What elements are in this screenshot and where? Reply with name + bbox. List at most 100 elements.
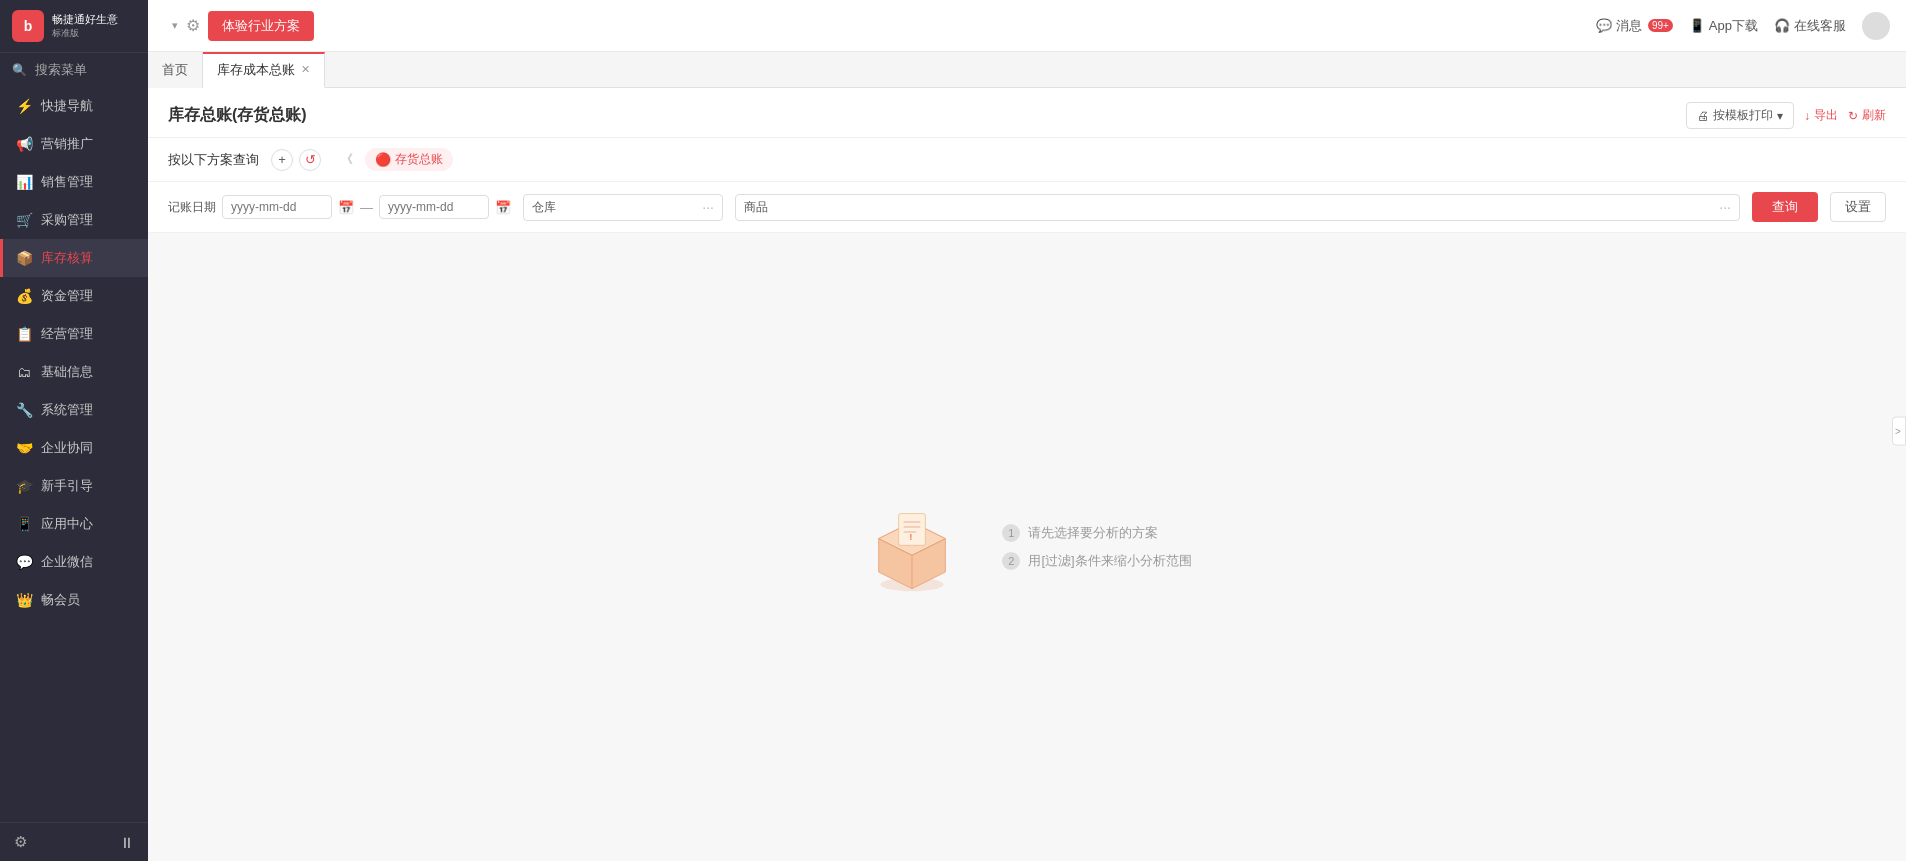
right-panel-button[interactable]: > [1892, 416, 1906, 445]
sidebar-footer: ⚙ ⏸ [0, 822, 148, 861]
sidebar-icon-member: 👑 [15, 592, 33, 608]
sidebar-item-enterprise[interactable]: 🤝 企业协同 [0, 429, 148, 467]
sidebar-icon-inventory: 📦 [15, 250, 33, 266]
app-download-btn[interactable]: 📱 App下载 [1689, 17, 1758, 35]
app-name: 畅捷通好生意 [52, 12, 118, 27]
sidebar-item-system[interactable]: 🔧系统管理 [0, 391, 148, 429]
date-start-input[interactable] [222, 195, 332, 219]
message-badge: 99+ [1648, 19, 1673, 32]
tabbar: 首页库存成本总账 ✕ [148, 52, 1906, 88]
export-label: 导出 [1814, 107, 1838, 124]
sidebar-item-quick-nav[interactable]: ⚡快捷导航 [0, 87, 148, 125]
sidebar-item-basic-info[interactable]: 🗂 基础信息 [0, 353, 148, 391]
sidebar-item-purchase[interactable]: 🛒采购管理 [0, 201, 148, 239]
sidebar-label-inventory: 库存核算 [41, 249, 93, 267]
filter-label: 按以下方案查询 [168, 151, 259, 169]
tip-text-1: 请先选择要分析的方案 [1028, 524, 1158, 542]
sidebar-label-basic-info: 基础信息 [41, 363, 93, 381]
filter-scheme[interactable]: 🔴 存货总账 [365, 148, 453, 171]
empty-state: ! 1 请先选择要分析的方案 2 用[过滤]条件来缩小分析范围 [862, 497, 1191, 597]
sidebar-icon-purchase: 🛒 [15, 212, 33, 228]
date-end-input[interactable] [379, 195, 489, 219]
sidebar-icon-system: 🔧 [15, 402, 33, 418]
product-more-icon[interactable]: ··· [1719, 199, 1731, 215]
sidebar-label-newbie: 新手引导 [41, 477, 93, 495]
tab-inventory-cost[interactable]: 库存成本总账 ✕ [203, 52, 325, 88]
template-print-chevron: ▾ [1777, 109, 1783, 123]
filter-add-button[interactable]: + [271, 149, 293, 171]
query-button[interactable]: 查询 [1752, 192, 1818, 222]
template-print-icon: 🖨 [1697, 109, 1709, 123]
refresh-icon: ↻ [1848, 109, 1858, 123]
sidebar-logo: b 畅捷通好生意 标准版 [0, 0, 148, 53]
online-service-icon: 🎧 [1774, 18, 1790, 33]
app-download-label: App下载 [1709, 17, 1758, 35]
sidebar-label-sales: 销售管理 [41, 173, 93, 191]
sidebar-label-marketing: 营销推广 [41, 135, 93, 153]
sidebar-item-newbie[interactable]: 🎓新手引导 [0, 467, 148, 505]
sidebar-item-sales[interactable]: 📊 销售管理 [0, 163, 148, 201]
sidebar-search[interactable]: 🔍 搜索菜单 [0, 53, 148, 87]
warehouse-field[interactable]: 仓库 ··· [523, 194, 723, 221]
filter-actions: + ↺ [271, 149, 321, 171]
sidebar-label-app-center: 应用中心 [41, 515, 93, 533]
sidebar-label-enterprise: 企业协同 [41, 439, 93, 457]
tab-close-inventory-cost[interactable]: ✕ [301, 63, 310, 76]
refresh-button[interactable]: ↻ 刷新 [1848, 107, 1886, 124]
message-icon: 💬 [1596, 18, 1612, 33]
cta-button[interactable]: 体验行业方案 [208, 11, 314, 41]
empty-tips: 1 请先选择要分析的方案 2 用[过滤]条件来缩小分析范围 [1002, 524, 1191, 570]
topbar-left: ▾ ⚙ 体验行业方案 [164, 11, 314, 41]
sidebar-label-operations: 经营管理 [41, 325, 93, 343]
audio-footer-icon[interactable]: ⏸ [119, 834, 134, 851]
template-print-button[interactable]: 🖨 按模板打印 ▾ [1686, 102, 1794, 129]
online-service-label: 在线客服 [1794, 17, 1846, 35]
app-logo-icon: b [12, 10, 44, 42]
sidebar-search-label: 搜索菜单 [35, 61, 87, 79]
sidebar-item-operations[interactable]: 📋经营管理 [0, 315, 148, 353]
topbar-settings-icon[interactable]: ⚙ [186, 16, 200, 35]
topbar: ▾ ⚙ 体验行业方案 💬 消息 99+ 📱 App下载 🎧 在线客服 [148, 0, 1906, 52]
warehouse-more-icon[interactable]: ··· [702, 199, 714, 215]
filter-collapse-icon[interactable]: 《 [341, 151, 353, 168]
tab-label-inventory-cost: 库存成本总账 [217, 61, 295, 79]
settings-button[interactable]: 设置 [1830, 192, 1886, 222]
sidebar-item-app-center[interactable]: 📱 应用中心 [0, 505, 148, 543]
app-badge: 标准版 [52, 27, 118, 40]
export-button[interactable]: ↓ 导出 [1804, 107, 1838, 124]
tab-home[interactable]: 首页 [148, 52, 203, 88]
sidebar-item-marketing[interactable]: 📢营销推广 [0, 125, 148, 163]
main-content: ▾ ⚙ 体验行业方案 💬 消息 99+ 📱 App下载 🎧 在线客服 首页库存成… [148, 0, 1906, 861]
sidebar-icon-app-center: 📱 [15, 516, 33, 532]
settings-footer-icon[interactable]: ⚙ [14, 833, 27, 851]
svg-text:!: ! [910, 532, 913, 542]
topbar-chevron-icon: ▾ [172, 19, 178, 32]
message-btn[interactable]: 💬 消息 99+ [1596, 17, 1673, 35]
sidebar-icon-sales: 📊 [15, 174, 33, 190]
date-label: 记账日期 [168, 199, 216, 216]
sidebar-item-inventory[interactable]: 📦 库存核算 [0, 239, 148, 277]
product-field[interactable]: 商品 ··· [735, 194, 1740, 221]
empty-tip-1: 1 请先选择要分析的方案 [1002, 524, 1191, 542]
date-end-calendar-icon[interactable]: 📅 [495, 200, 511, 215]
search-icon: 🔍 [12, 63, 27, 77]
page-header: 库存总账(存货总账) 🖨 按模板打印 ▾ ↓ 导出 ↻ 刷新 [148, 88, 1906, 138]
sidebar-label-quick-nav: 快捷导航 [41, 97, 93, 115]
sidebar-icon-wechat: 💬 [15, 554, 33, 570]
online-service-btn[interactable]: 🎧 在线客服 [1774, 17, 1846, 35]
sidebar-icon-enterprise: 🤝 [15, 440, 33, 456]
sidebar-icon-basic-info: 🗂 [15, 364, 33, 380]
sidebar-item-member[interactable]: 👑 畅会员 [0, 581, 148, 619]
filter-reset-button[interactable]: ↺ [299, 149, 321, 171]
date-start-calendar-icon[interactable]: 📅 [338, 200, 354, 215]
sidebar-label-finance: 资金管理 [41, 287, 93, 305]
sidebar-item-wechat[interactable]: 💬企业微信 [0, 543, 148, 581]
warehouse-label: 仓库 [532, 199, 556, 216]
message-label: 消息 [1616, 17, 1642, 35]
filter-area: 按以下方案查询 + ↺ 《 🔴 存货总账 [148, 138, 1906, 182]
user-avatar[interactable] [1862, 12, 1890, 40]
empty-tip-2: 2 用[过滤]条件来缩小分析范围 [1002, 552, 1191, 570]
sidebar-label-member: 畅会员 [41, 591, 80, 609]
sidebar-item-finance[interactable]: 💰资金管理 [0, 277, 148, 315]
tip-num-1: 1 [1002, 524, 1020, 542]
